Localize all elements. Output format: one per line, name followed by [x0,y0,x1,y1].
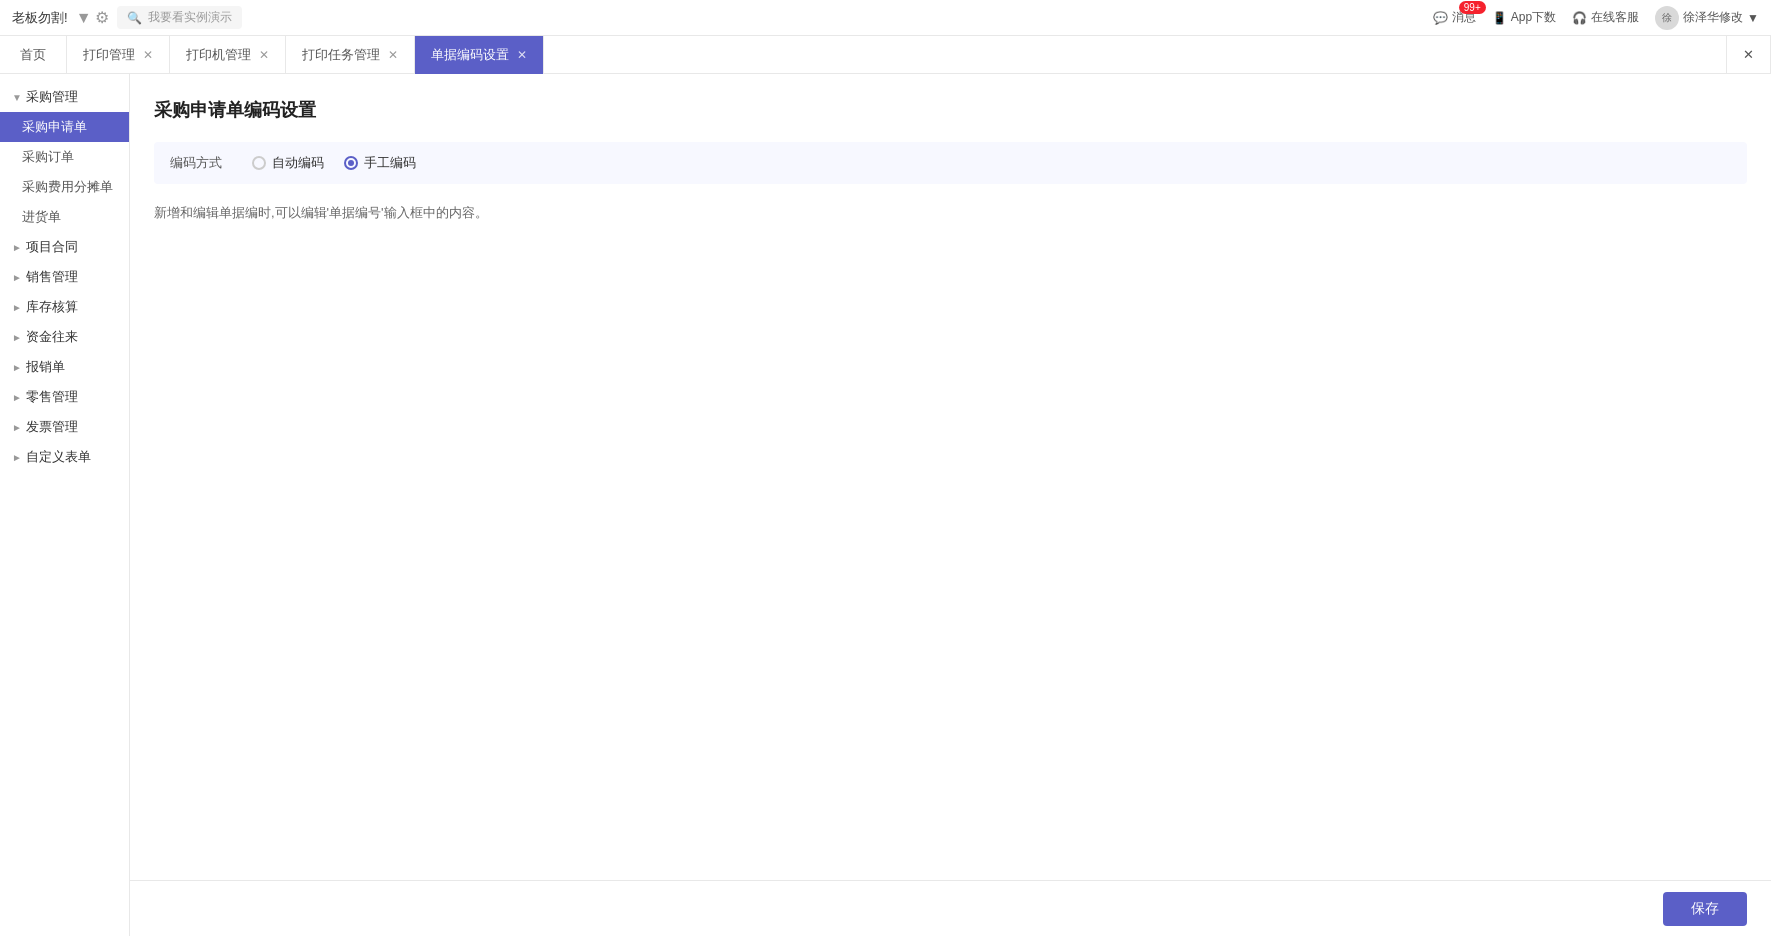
auto-code-circle [252,156,266,170]
custom-form-group-label: 自定义表单 [26,448,91,466]
sidebar: ▼ 采购管理 采购申请单 采购订单 采购费用分摊单 进货单 ► 项目合同 ► 销… [0,74,130,936]
sidebar-group-invoice[interactable]: ► 发票管理 [0,412,129,442]
invoice-group-arrow: ► [12,422,22,433]
sidebar-item-purchase-order[interactable]: 采购订单 [0,142,129,172]
sidebar-group-custom-form[interactable]: ► 自定义表单 [0,442,129,472]
app-download-button[interactable]: 📱 App下数 [1492,9,1556,26]
phone-icon: 📱 [1492,11,1507,25]
sidebar-item-purchase-expense[interactable]: 采购费用分摊单 [0,172,129,202]
tab-printer-mgmt[interactable]: 打印机管理 ✕ [170,36,286,74]
encoding-row: 编码方式 自动编码 手工编码 [154,142,1747,184]
sidebar-item-stock-in[interactable]: 进货单 [0,202,129,232]
manual-code-label: 手工编码 [364,154,416,172]
main-layout: ▼ 采购管理 采购申请单 采购订单 采购费用分摊单 进货单 ► 项目合同 ► 销… [0,74,1771,936]
sidebar-item-stock-in-label: 进货单 [22,209,61,224]
sidebar-group-project[interactable]: ► 项目合同 [0,232,129,262]
message-icon: 💬 [1433,11,1448,25]
sidebar-group-capital[interactable]: ► 资金往来 [0,322,129,352]
search-icon: 🔍 [127,11,142,25]
sidebar-item-purchase-expense-label: 采购费用分摊单 [22,179,113,194]
project-group-label: 项目合同 [26,238,78,256]
tab-printer-mgmt-close[interactable]: ✕ [259,48,269,62]
tab-print-mgmt-close[interactable]: ✕ [143,48,153,62]
radio-group: 自动编码 手工编码 [252,154,416,172]
headset-icon: 🎧 [1572,11,1587,25]
user-info[interactable]: 徐 徐泽华修改 ▼ [1655,6,1759,30]
manual-code-radio[interactable]: 手工编码 [344,154,416,172]
search-bar[interactable]: 🔍 我要看实例演示 [117,6,242,29]
tab-printer-mgmt-label: 打印机管理 [186,46,251,64]
custom-form-group-arrow: ► [12,452,22,463]
sidebar-group-purchase[interactable]: ▼ 采购管理 [0,82,129,112]
save-button[interactable]: 保存 [1663,892,1747,926]
returns-group-label: 报销单 [26,358,65,376]
tab-print-mgmt[interactable]: 打印管理 ✕ [67,36,170,74]
tab-bar: 首页 打印管理 ✕ 打印机管理 ✕ 打印任务管理 ✕ 单据编码设置 ✕ ✕ [0,36,1771,74]
sales-group-label: 销售管理 [26,268,78,286]
dropdown-icon[interactable]: ▼ [76,9,92,27]
content-inner: 采购申请单编码设置 编码方式 自动编码 手工编码 新增和编辑单据编时, [130,74,1771,880]
inventory-group-label: 库存核算 [26,298,78,316]
message-button[interactable]: 💬 消息 99+ [1433,9,1476,26]
sidebar-item-purchase-request-label: 采购申请单 [22,119,87,134]
avatar: 徐 [1655,6,1679,30]
capital-group-arrow: ► [12,332,22,343]
tab-home[interactable]: 首页 [0,36,67,74]
top-bar-icons: ▼ ⚙ [76,8,110,27]
sidebar-group-returns[interactable]: ► 报销单 [0,352,129,382]
online-service-label: 在线客服 [1591,9,1639,26]
sidebar-group-sales[interactable]: ► 销售管理 [0,262,129,292]
retail-group-label: 零售管理 [26,388,78,406]
tab-print-mgmt-label: 打印管理 [83,46,135,64]
tab-home-label: 首页 [20,46,46,64]
sidebar-group-inventory[interactable]: ► 库存核算 [0,292,129,322]
tab-single-code-setting-label: 单据编码设置 [431,46,509,64]
tab-print-task-mgmt[interactable]: 打印任务管理 ✕ [286,36,415,74]
content-area: 采购申请单编码设置 编码方式 自动编码 手工编码 新增和编辑单据编时, [130,74,1771,936]
capital-group-label: 资金往来 [26,328,78,346]
tab-close-all[interactable]: ✕ [1726,36,1771,74]
tab-single-code-setting[interactable]: 单据编码设置 ✕ [415,36,544,74]
user-dropdown-icon: ▼ [1747,11,1759,25]
top-bar: 老板勿割! ▼ ⚙ 🔍 我要看实例演示 💬 消息 99+ 📱 App下数 🎧 在… [0,0,1771,36]
tab-single-code-setting-close[interactable]: ✕ [517,48,527,62]
auto-code-radio[interactable]: 自动编码 [252,154,324,172]
hint-content: 新增和编辑单据编时,可以编辑'单据编号'输入框中的内容。 [154,205,488,220]
content-footer: 保存 [130,880,1771,936]
close-all-icon: ✕ [1743,47,1754,62]
page-title: 采购申请单编码设置 [154,98,1747,122]
user-name: 徐泽华修改 [1683,9,1743,26]
logo: 老板勿割! [12,9,68,27]
encoding-label: 编码方式 [170,154,222,172]
purchase-group-label: 采购管理 [26,88,78,106]
auto-code-label: 自动编码 [272,154,324,172]
invoice-group-label: 发票管理 [26,418,78,436]
inventory-group-arrow: ► [12,302,22,313]
project-group-arrow: ► [12,242,22,253]
settings-icon[interactable]: ⚙ [95,8,109,27]
manual-code-circle [344,156,358,170]
tab-print-task-mgmt-close[interactable]: ✕ [388,48,398,62]
top-bar-right: 💬 消息 99+ 📱 App下数 🎧 在线客服 徐 徐泽华修改 ▼ [1433,6,1759,30]
top-bar-left: 老板勿割! ▼ ⚙ 🔍 我要看实例演示 [12,6,242,29]
sidebar-item-purchase-request[interactable]: 采购申请单 [0,112,129,142]
retail-group-arrow: ► [12,392,22,403]
app-download-label: App下数 [1511,9,1556,26]
message-badge: 99+ [1459,1,1486,14]
tab-print-task-mgmt-label: 打印任务管理 [302,46,380,64]
purchase-group-arrow: ▼ [12,92,22,103]
sales-group-arrow: ► [12,272,22,283]
online-service-button[interactable]: 🎧 在线客服 [1572,9,1639,26]
hint-text: 新增和编辑单据编时,可以编辑'单据编号'输入框中的内容。 [154,204,1747,222]
sidebar-item-purchase-order-label: 采购订单 [22,149,74,164]
returns-group-arrow: ► [12,362,22,373]
search-text: 我要看实例演示 [148,9,232,26]
sidebar-group-retail[interactable]: ► 零售管理 [0,382,129,412]
